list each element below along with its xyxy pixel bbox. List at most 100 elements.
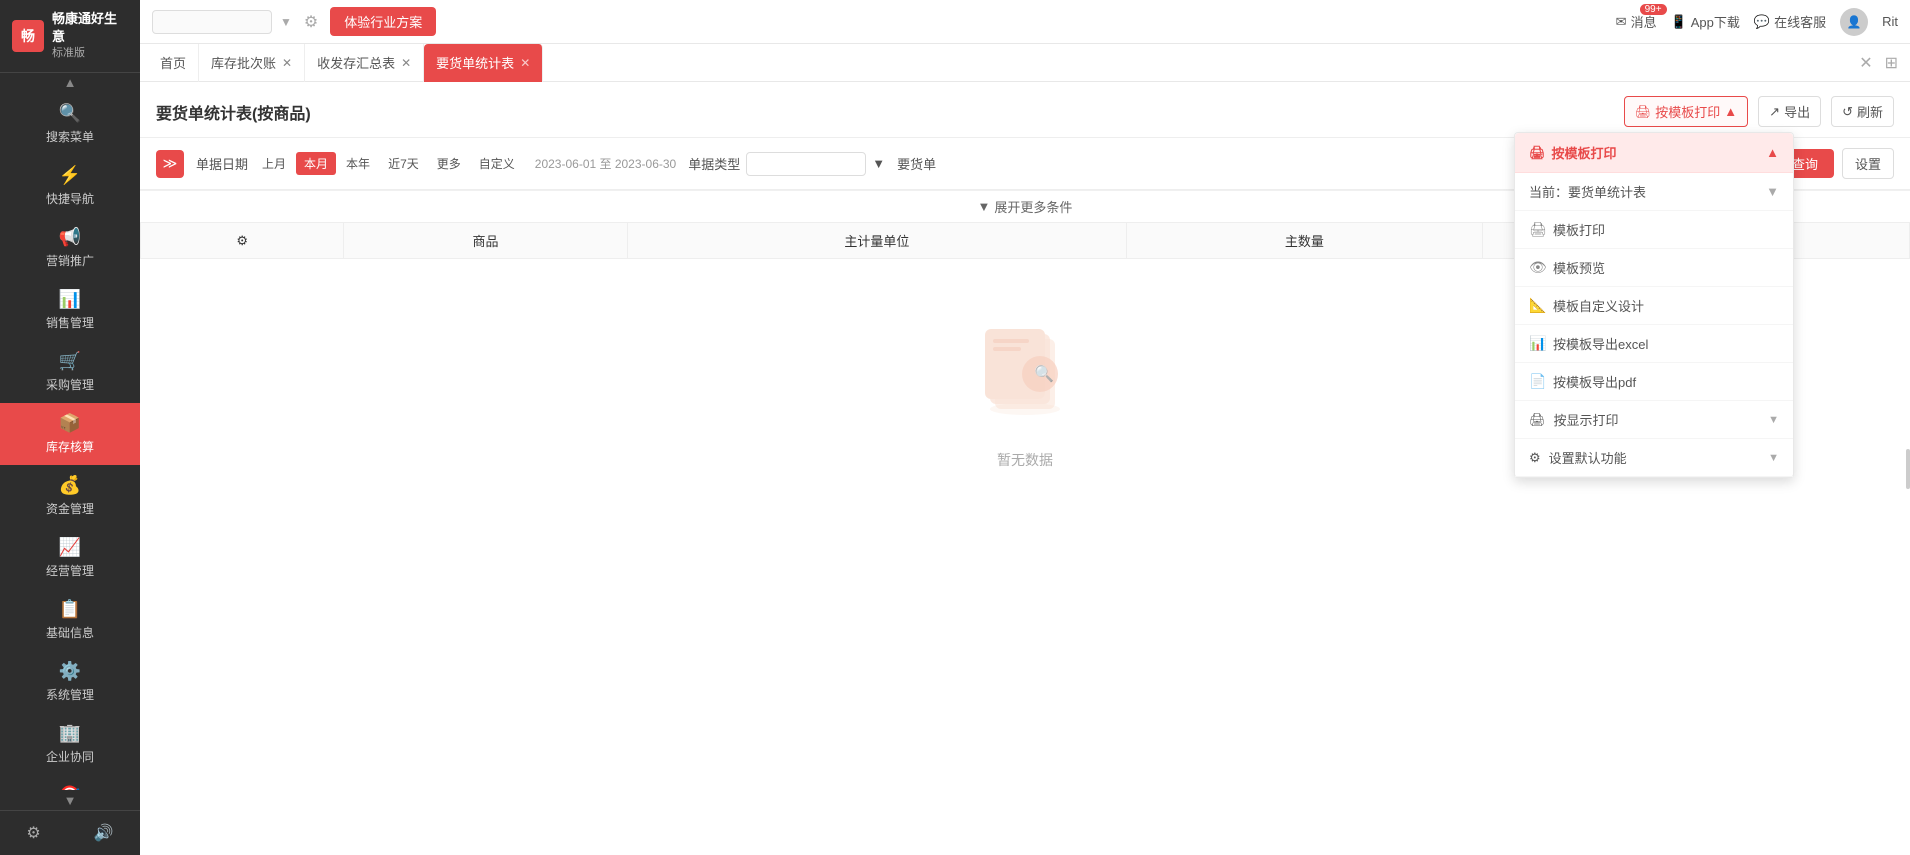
tabs-expand-icon[interactable]: ⊞ (1881, 53, 1902, 73)
table-header-settings[interactable]: ⚙ (141, 223, 344, 259)
dropdown-item-display-print[interactable]: 🖨 按显示打印 ▼ (1515, 401, 1793, 439)
current-chevron-icon: ▼ (1766, 184, 1779, 199)
sidebar-bottom: ⚙ 🔊 (0, 810, 140, 855)
sidebar-item-purchase[interactable]: 🛒 采购管理 (0, 341, 140, 403)
finance-icon: 💰 (59, 475, 81, 496)
dropdown-item-template-preview[interactable]: 👁 模板预览 (1515, 249, 1793, 287)
item-pdf-icon: 📄 (1529, 373, 1545, 390)
header-gear-icon[interactable]: ⚙ (304, 12, 318, 32)
tab-home[interactable]: 首页 (148, 44, 199, 82)
refresh-button[interactable]: ↺ 刷新 (1831, 96, 1894, 127)
enterprise-icon: 🏢 (59, 723, 81, 744)
template-print-button[interactable]: 🖨 按模板打印 ▲ (1624, 96, 1748, 127)
item-preview-icon: 👁 (1529, 259, 1545, 276)
avatar-image: 👤 (1847, 15, 1862, 29)
tab-close-inventory-batch[interactable]: ✕ (282, 56, 292, 70)
sidebar-scroll-down[interactable]: ▼ (0, 790, 140, 810)
tab-close-order-stats[interactable]: ✕ (520, 56, 530, 70)
sound-bottom-icon[interactable]: 🔊 (86, 819, 122, 847)
header-actions: ✉ 消息 99+ 📱 App下载 💬 在线客服 👤 Rit (1616, 8, 1898, 36)
item-display-print-icon: 🖨 (1529, 412, 1546, 428)
messages-action[interactable]: ✉ 消息 99+ (1616, 12, 1657, 31)
logo-icon: 畅 (12, 20, 44, 52)
sidebar-item-operations[interactable]: 📈 经营管理 (0, 527, 140, 589)
tab-receipt-summary[interactable]: 收发存汇总表 ✕ (305, 44, 424, 82)
dropdown-item-default-function[interactable]: ⚙ 设置默认功能 ▼ (1515, 439, 1793, 477)
online-service-action[interactable]: 💬 在线客服 (1754, 12, 1826, 31)
dropdown-expand-chevron-2: ▼ (1768, 452, 1779, 464)
quick-nav-icon: ⚡ (59, 165, 81, 186)
message-icon: ✉ (1616, 14, 1627, 30)
date-more[interactable]: 更多 (429, 152, 469, 175)
trial-button[interactable]: 体验行业方案 (330, 7, 436, 36)
sidebar-item-quick-nav[interactable]: ⚡ 快捷导航 (0, 155, 140, 217)
messages-badge: 99+ (1640, 4, 1667, 15)
tab-order-stats[interactable]: 要货单统计表 ✕ (424, 44, 543, 82)
date-prev-month[interactable]: 上月 (254, 152, 294, 175)
printer-icon: 🖨 (1635, 104, 1652, 120)
tabs-bar: 首页 库存批次账 ✕ 收发存汇总表 ✕ 要货单统计表 ✕ ✕ ⊞ (140, 44, 1910, 82)
tab-inventory-batch[interactable]: 库存批次账 ✕ (199, 44, 305, 82)
page-title: 要货单统计表(按商品) (156, 100, 311, 124)
basic-info-icon: 📋 (59, 599, 81, 620)
dropdown-printer-icon: 🖨 (1529, 145, 1546, 161)
sidebar-item-guide[interactable]: 🎯 新手引导 (0, 775, 140, 790)
dropdown-item-export-excel[interactable]: 📊 按模板导出excel (1515, 325, 1793, 363)
item-custom-icon: 📐 (1529, 297, 1545, 314)
system-icon: ⚙️ (59, 661, 81, 682)
tabs-close-all[interactable]: ✕ (1851, 53, 1880, 73)
settings-bottom-icon[interactable]: ⚙ (18, 819, 48, 847)
sidebar-item-basic-info[interactable]: 📋 基础信息 (0, 589, 140, 651)
date-current-month[interactable]: 本月 (296, 152, 336, 175)
item-default-fn-icon: ⚙ (1529, 450, 1541, 466)
page-header: 要货单统计表(按商品) 🖨 按模板打印 ▲ ↗ 导出 ↺ 刷新 (140, 82, 1910, 138)
dropdown-item-export-pdf[interactable]: 📄 按模板导出pdf (1515, 363, 1793, 401)
date-current-year[interactable]: 本年 (338, 152, 378, 175)
service-icon: 💬 (1754, 14, 1770, 30)
export-button[interactable]: ↗ 导出 (1758, 96, 1821, 127)
doc-type-filter-group: 单据类型 ▼ (688, 152, 885, 176)
sidebar-item-sales[interactable]: 📊 销售管理 (0, 279, 140, 341)
table-settings-icon[interactable]: ⚙ (236, 233, 248, 248)
app-download-action[interactable]: 📱 App下载 (1671, 12, 1740, 31)
logo-text: 畅康通好生意 标准版 (52, 10, 128, 62)
sidebar-item-finance[interactable]: 💰 资金管理 (0, 465, 140, 527)
avatar[interactable]: 👤 (1840, 8, 1868, 36)
table-header-quantity: 主数量 (1127, 223, 1482, 259)
date-range-text: 2023-06-01 至 2023-06-30 (535, 155, 676, 172)
scrollbar-indicator[interactable] (1906, 449, 1910, 489)
date-custom[interactable]: 自定义 (471, 152, 523, 175)
item-printer-icon: 🖨 (1529, 221, 1545, 238)
date-last-7-days[interactable]: 近7天 (380, 152, 427, 175)
sidebar-item-enterprise[interactable]: 🏢 企业协同 (0, 713, 140, 775)
tab-close-receipt-summary[interactable]: ✕ (401, 56, 411, 70)
breadcrumb-input[interactable] (152, 10, 272, 34)
expand-chevron-icon: ▼ (978, 199, 991, 214)
sidebar-item-system[interactable]: ⚙️ 系统管理 (0, 651, 140, 713)
filter-toggle-button[interactable]: ≫ (156, 150, 184, 178)
sidebar-nav: 🔍 搜索菜单 ⚡ 快捷导航 📢 营销推广 📊 销售管理 🛒 采购管理 📦 库存核… (0, 93, 140, 790)
sidebar-scroll-up[interactable]: ▲ (0, 73, 140, 93)
top-header: ▼ ⚙ 体验行业方案 ✉ 消息 99+ 📱 App下载 💬 在线客服 👤 Rit (140, 0, 1910, 44)
dropdown-item-template-print[interactable]: 🖨 模板打印 (1515, 211, 1793, 249)
content-area: 要货单统计表(按商品) 🖨 按模板打印 ▲ ↗ 导出 ↺ 刷新 (140, 82, 1910, 855)
settings-button[interactable]: 设置 (1842, 148, 1894, 179)
sales-icon: 📊 (59, 289, 81, 310)
table-header-unit: 主计量单位 (627, 223, 1127, 259)
sidebar: 畅 畅康通好生意 标准版 ▲ 🔍 搜索菜单 ⚡ 快捷导航 📢 营销推广 📊 销售… (0, 0, 140, 855)
operations-icon: 📈 (59, 537, 81, 558)
doc-type-label: 单据类型 (688, 154, 740, 173)
date-filter-group: 单据日期 上月 本月 本年 近7天 更多 自定义 2023-06-01 至 20… (196, 152, 676, 175)
doc-type-select[interactable] (746, 152, 866, 176)
sidebar-item-search[interactable]: 🔍 搜索菜单 (0, 93, 140, 155)
marketing-icon: 📢 (59, 227, 81, 248)
refresh-icon: ↺ (1842, 104, 1853, 120)
main-area: ▼ ⚙ 体验行业方案 ✉ 消息 99+ 📱 App下载 💬 在线客服 👤 Rit (140, 0, 1910, 855)
header-chevron-icon[interactable]: ▼ (280, 15, 292, 29)
dropdown-close-icon[interactable]: ▲ (1766, 145, 1779, 160)
svg-text:🔍: 🔍 (1034, 363, 1054, 383)
dropdown-item-template-custom[interactable]: 📐 模板自定义设计 (1515, 287, 1793, 325)
sidebar-item-inventory[interactable]: 📦 库存核算 (0, 403, 140, 465)
yaohuo-label: 要货单 (897, 154, 936, 173)
sidebar-item-marketing[interactable]: 📢 营销推广 (0, 217, 140, 279)
